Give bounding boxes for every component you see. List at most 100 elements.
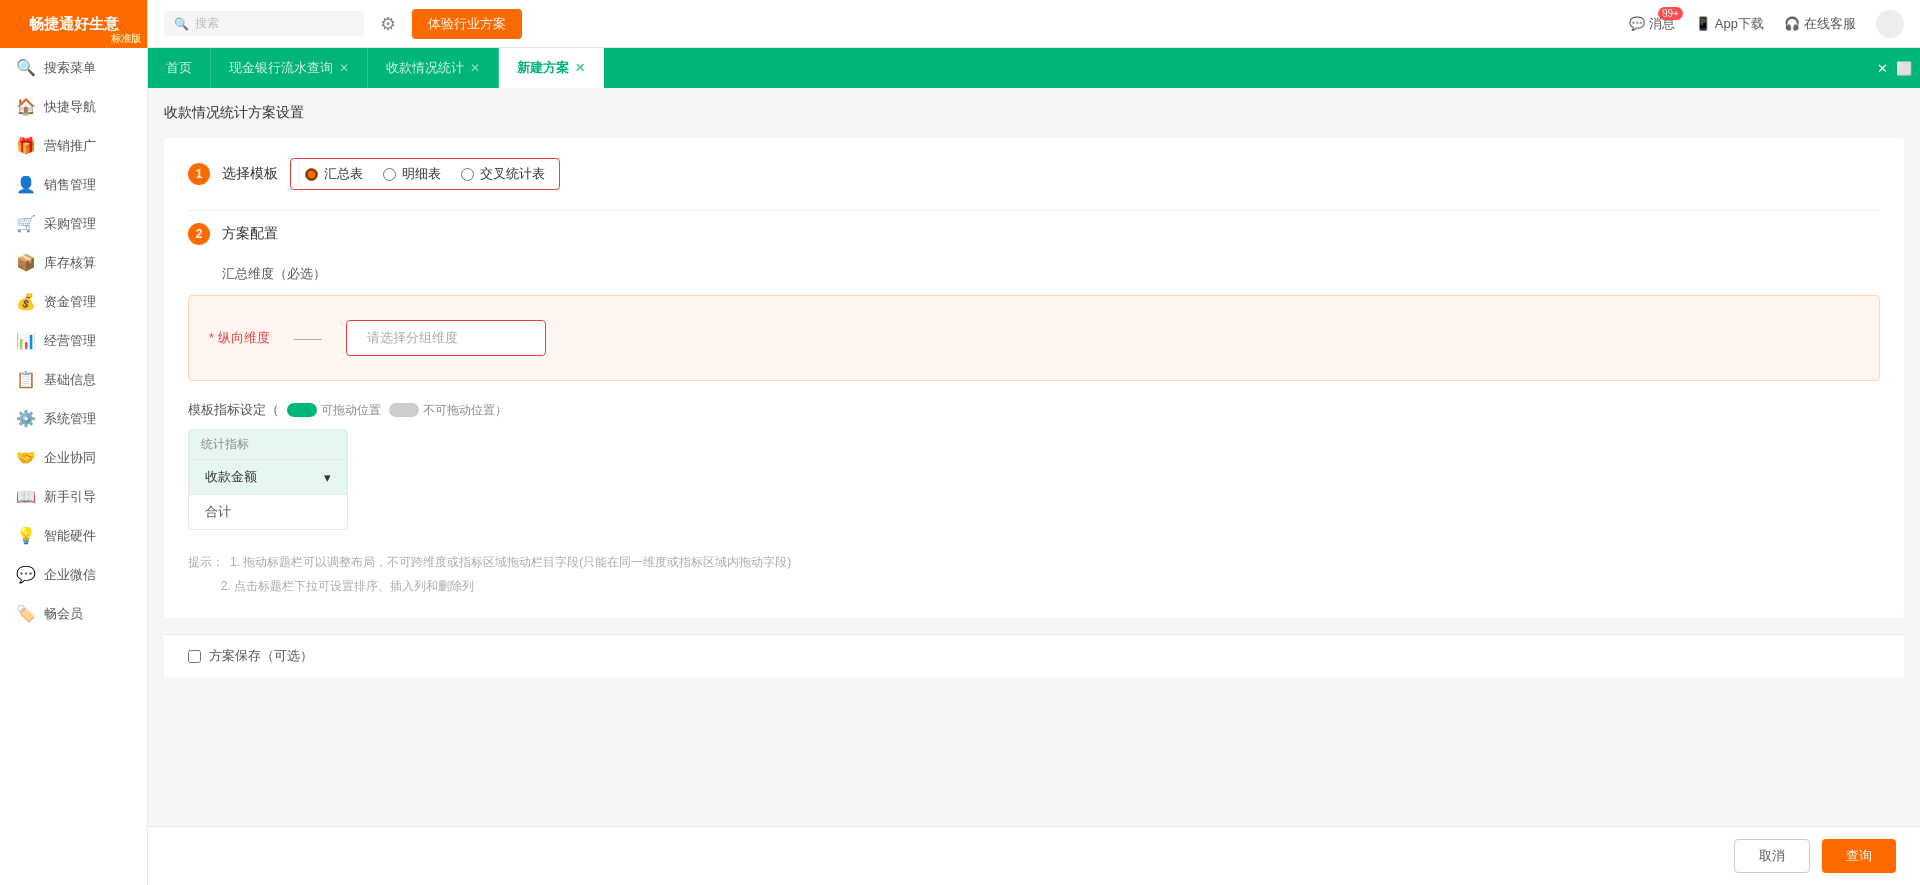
search-menu-icon: 🔍 [16, 58, 36, 77]
step2-section: 2 方案配置 [188, 223, 1880, 245]
sidebar-logo: 畅捷通好生意 标准版 [0, 0, 147, 48]
sidebar-item-basic-info[interactable]: 📋 基础信息 [0, 360, 147, 399]
row-label: * 纵向维度 [209, 329, 270, 347]
sidebar-item-label: 系统管理 [44, 410, 96, 428]
radio-cross-label: 交叉统计表 [480, 165, 545, 183]
tab-close-icon[interactable]: ✕ [339, 61, 349, 75]
search-bar[interactable]: 🔍 搜索 [164, 11, 364, 36]
notification-btn[interactable]: 💬 消息 99+ [1629, 15, 1675, 33]
cooperation-icon: 🤝 [16, 448, 36, 467]
step1-label: 选择模板 [222, 165, 278, 183]
logo-badge: 标准版 [111, 32, 141, 46]
sidebar-item-label: 经营管理 [44, 332, 96, 350]
page-title: 收款情况统计方案设置 [164, 104, 1904, 122]
metrics-row-total: 合计 [189, 495, 347, 529]
main-card: 1 选择模板 汇总表 明细表 交叉统计表 [164, 138, 1904, 618]
radio-cross-input[interactable] [461, 168, 474, 181]
tab-home[interactable]: 首页 [148, 48, 211, 88]
close-window-icon[interactable]: ✕ [1877, 61, 1888, 76]
download-icon: 📱 [1695, 16, 1711, 31]
metrics-col-header: 收款金额 ▾ [189, 460, 347, 495]
purchase-icon: 🛒 [16, 214, 36, 233]
query-button[interactable]: 查询 [1822, 839, 1896, 873]
try-industry-button[interactable]: 体验行业方案 [412, 9, 522, 39]
sidebar-item-search-menu[interactable]: 🔍 搜索菜单 [0, 48, 147, 87]
sidebar-item-hardware[interactable]: 💡 智能硬件 [0, 516, 147, 555]
tip2: 2. 点击标题栏下拉可设置排序、插入列和删除列 [188, 574, 1880, 598]
sidebar-item-system[interactable]: ⚙️ 系统管理 [0, 399, 147, 438]
main-area: 🔍 搜索 ⚙ 体验行业方案 💬 消息 99+ 📱 App下载 🎧 在线客服 首页 [148, 0, 1920, 885]
sidebar-item-member[interactable]: 🏷️ 畅会员 [0, 594, 147, 633]
tab-cash-flow[interactable]: 现金银行流水查询 ✕ [211, 48, 368, 88]
radio-detail-input[interactable] [383, 168, 396, 181]
sidebar-item-inventory[interactable]: 📦 库存核算 [0, 243, 147, 282]
content-area: 收款情况统计方案设置 1 选择模板 汇总表 明细表 [148, 88, 1920, 826]
tip2-text: 2. 点击标题栏下拉可设置排序、插入列和删除列 [221, 574, 474, 598]
sidebar-item-label: 库存核算 [44, 254, 96, 272]
service-btn[interactable]: 🎧 在线客服 [1784, 15, 1856, 33]
sidebar-item-funds[interactable]: 💰 资金管理 [0, 282, 147, 321]
sidebar-item-cooperation[interactable]: 🤝 企业协同 [0, 438, 147, 477]
sidebar-item-label: 营销推广 [44, 137, 96, 155]
stat-label: 统计指标 [189, 430, 347, 460]
radio-summary[interactable]: 汇总表 [305, 165, 363, 183]
sidebar-item-purchase[interactable]: 🛒 采购管理 [0, 204, 147, 243]
draggable-label: 可拖动位置 [321, 402, 381, 419]
marketing-icon: 🎁 [16, 136, 36, 155]
sidebar-item-label: 企业微信 [44, 566, 96, 584]
sidebar-item-label: 畅会员 [44, 605, 83, 623]
summary-dim-title: 汇总维度（必选） [222, 265, 1880, 283]
dimension-select[interactable]: 请选择分组维度 [346, 320, 546, 356]
tab-new-plan[interactable]: 新建方案 ✕ [499, 48, 604, 88]
dimension-area: * 纵向维度 —— 请选择分组维度 [188, 295, 1880, 381]
tip1: 提示： 1. 拖动标题栏可以调整布局，不可跨维度或指标区域拖动栏目字段(只能在同… [188, 550, 1880, 574]
dimension-row: * 纵向维度 —— 请选择分组维度 [209, 320, 1859, 356]
member-icon: 🏷️ [16, 604, 36, 623]
toggle-off-icon [389, 403, 419, 417]
sidebar-item-label: 销售管理 [44, 176, 96, 194]
step2-label: 方案配置 [222, 225, 278, 243]
sidebar-item-label: 资金管理 [44, 293, 96, 311]
tab-close-icon[interactable]: ✕ [575, 61, 585, 75]
search-icon: 🔍 [174, 17, 189, 31]
sidebar-item-operations[interactable]: 📊 经营管理 [0, 321, 147, 360]
sidebar-item-label: 智能硬件 [44, 527, 96, 545]
sidebar-item-wechat[interactable]: 💬 企业微信 [0, 555, 147, 594]
radio-summary-label: 汇总表 [324, 165, 363, 183]
tab-collection-stat[interactable]: 收款情况统计 ✕ [368, 48, 499, 88]
sidebar-item-label: 快捷导航 [44, 98, 96, 116]
template-radio-group: 汇总表 明细表 交叉统计表 [290, 158, 560, 190]
maximize-icon[interactable]: ⬜ [1896, 61, 1912, 76]
metrics-table: 统计指标 收款金额 ▾ 合计 [188, 429, 348, 530]
tab-label: 收款情况统计 [386, 59, 464, 77]
download-label: App下载 [1715, 15, 1764, 33]
app-download-btn[interactable]: 📱 App下载 [1695, 15, 1764, 33]
radio-cross[interactable]: 交叉统计表 [461, 165, 545, 183]
inventory-icon: 📦 [16, 253, 36, 272]
sidebar: 畅捷通好生意 标准版 🔍 搜索菜单 🏠 快捷导航 🎁 营销推广 👤 销售管理 🛒… [0, 0, 148, 885]
save-checkbox[interactable] [188, 650, 201, 663]
tab-close-icon[interactable]: ✕ [470, 61, 480, 75]
radio-detail[interactable]: 明细表 [383, 165, 441, 183]
basic-info-icon: 📋 [16, 370, 36, 389]
hardware-icon: 💡 [16, 526, 36, 545]
sidebar-item-label: 新手引导 [44, 488, 96, 506]
top-header: 🔍 搜索 ⚙ 体验行业方案 💬 消息 99+ 📱 App下载 🎧 在线客服 [148, 0, 1920, 48]
gear-icon[interactable]: ⚙ [380, 13, 396, 35]
step2-badge: 2 [188, 223, 210, 245]
wechat-icon: 💬 [16, 565, 36, 584]
sidebar-item-marketing[interactable]: 🎁 营销推广 [0, 126, 147, 165]
save-checkbox-label[interactable]: 方案保存（可选） [209, 647, 313, 665]
radio-summary-input[interactable] [305, 168, 318, 181]
dropdown-icon[interactable]: ▾ [324, 470, 331, 485]
metrics-col-header-text: 收款金额 [205, 468, 257, 486]
sidebar-item-label: 采购管理 [44, 215, 96, 233]
bottom-bar: 方案保存（可选） [164, 634, 1904, 677]
sidebar-item-sales[interactable]: 👤 销售管理 [0, 165, 147, 204]
sidebar-item-guide[interactable]: 📖 新手引导 [0, 477, 147, 516]
not-draggable-label: 不可拖动位置） [423, 402, 507, 419]
sidebar-item-quick-nav[interactable]: 🏠 快捷导航 [0, 87, 147, 126]
arrow-icon: —— [294, 330, 322, 346]
step1-badge: 1 [188, 163, 210, 185]
cancel-button[interactable]: 取消 [1734, 839, 1810, 873]
